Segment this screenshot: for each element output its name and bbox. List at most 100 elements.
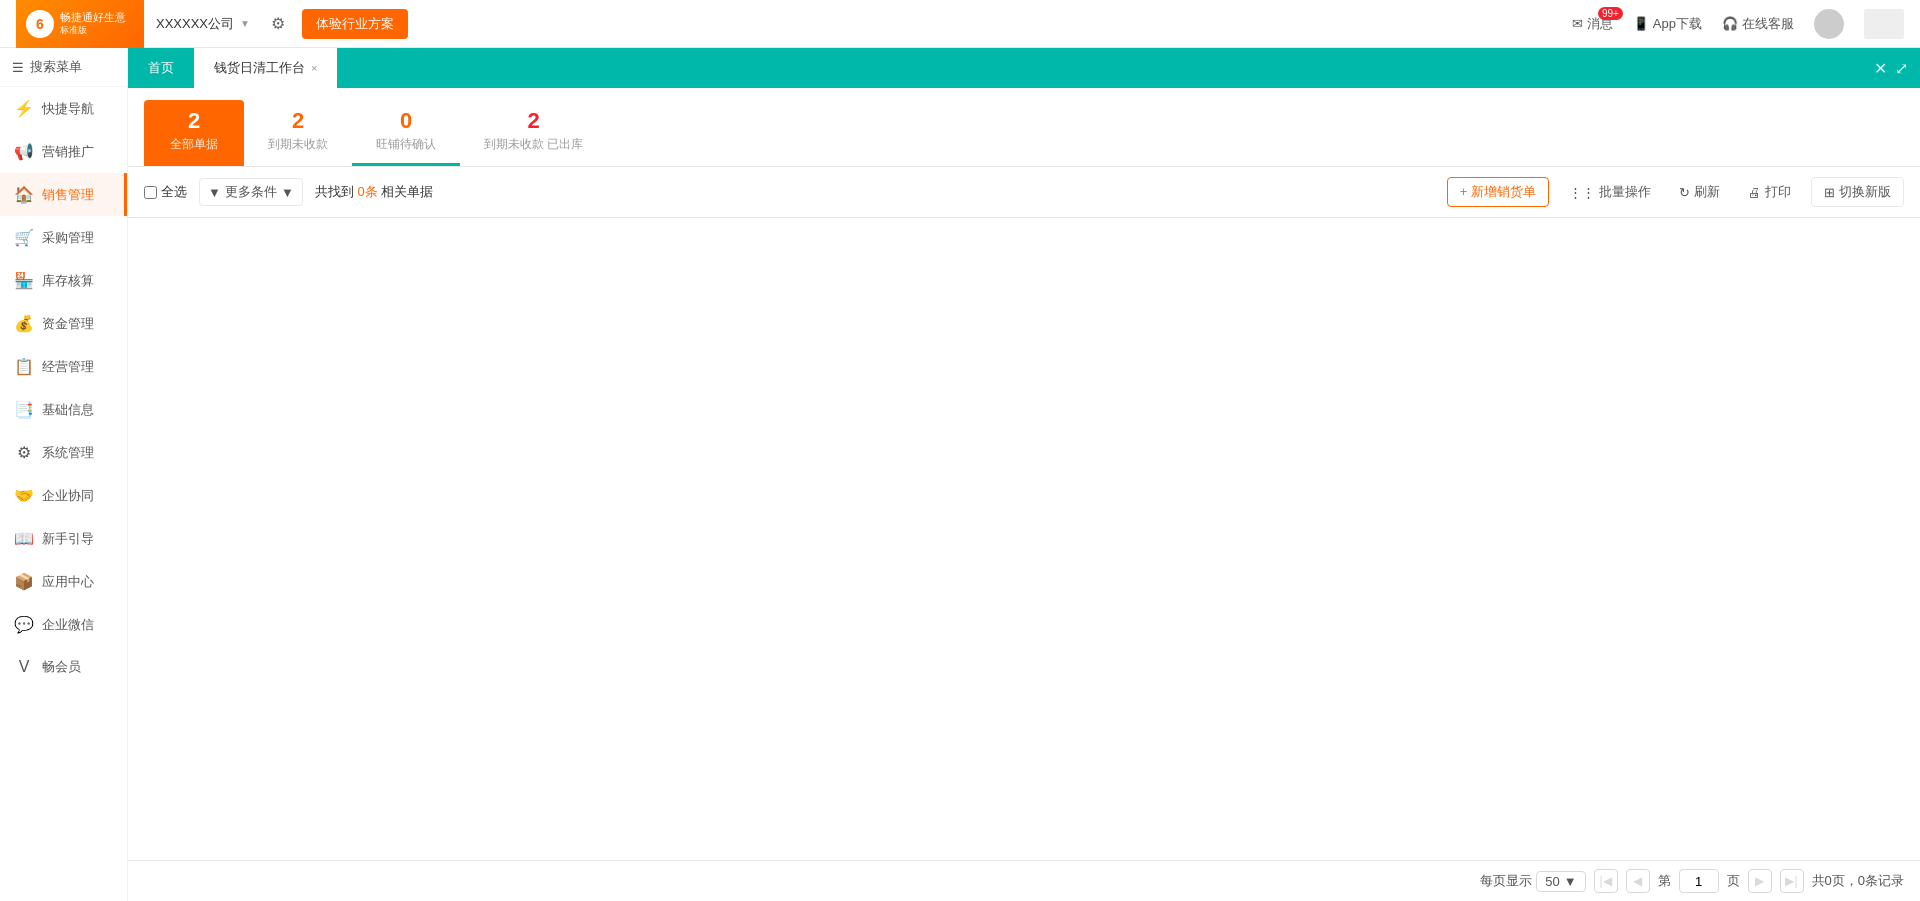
page-prefix: 第 [1658, 872, 1671, 890]
page-size-selector: 每页显示 50 ▼ [1480, 871, 1585, 892]
sidebar-item-marketing[interactable]: 📢 营销推广 [0, 130, 127, 173]
tab-maximize-button[interactable]: ⤢ [1895, 59, 1908, 78]
tab-active[interactable]: 钱货日清工作台 × [194, 48, 337, 88]
logo-area: 6 畅捷通好生意 标准版 [16, 0, 144, 48]
new-version-button[interactable]: ⊞ 切换新版 [1811, 177, 1904, 207]
page-size-arrow-icon: ▼ [1564, 874, 1577, 889]
online-service-button[interactable]: 🎧 在线客服 [1722, 15, 1794, 33]
stat-label-2: 旺铺待确认 [376, 136, 436, 153]
app-center-label: 应用中心 [42, 573, 94, 591]
page-size-dropdown[interactable]: 50 ▼ [1536, 871, 1585, 892]
sidebar-item-system[interactable]: ⚙ 系统管理 [0, 431, 127, 474]
stat-tab-2[interactable]: 0 旺铺待确认 [352, 100, 460, 166]
refresh-button[interactable]: ↻ 刷新 [1671, 179, 1728, 205]
batch-icon: ⋮⋮ [1569, 185, 1595, 200]
new-version-label: 切换新版 [1839, 183, 1891, 201]
basic-info-label: 基础信息 [42, 401, 94, 419]
stat-label-0: 全部单据 [170, 136, 218, 153]
finance-label: 资金管理 [42, 315, 94, 333]
batch-label: 批量操作 [1599, 183, 1651, 201]
sidebar-item-operations[interactable]: 📋 经营管理 [0, 345, 127, 388]
guide-icon: 📖 [14, 529, 34, 548]
found-text: 共找到 0条 相关单据 [315, 183, 433, 201]
page-suffix: 页 [1727, 872, 1740, 890]
page-number-input[interactable] [1679, 869, 1719, 893]
message-icon: ✉ [1572, 16, 1583, 31]
sidebar-item-quick-nav[interactable]: ⚡ 快捷导航 [0, 87, 127, 130]
stat-num-3: 2 [528, 108, 540, 134]
sidebar-item-purchase[interactable]: 🛒 采购管理 [0, 216, 127, 259]
stat-num-1: 2 [292, 108, 304, 134]
tab-bar: 首页 钱货日清工作台 × ✕ ⤢ [128, 48, 1920, 88]
tab-minimize-button[interactable]: ✕ [1874, 59, 1887, 78]
stats-tabs: 2 全部单据 2 到期未收款 0 旺铺待确认 2 到期未收款 已出库 [128, 88, 1920, 167]
message-button[interactable]: ✉ 消息 99+ [1572, 15, 1613, 33]
sidebar: ☰ 搜索菜单 ⚡ 快捷导航 📢 营销推广 🏠 销售管理 🛒 采购管理 🏪 库存核… [0, 48, 128, 901]
search-menu[interactable]: ☰ 搜索菜单 [0, 48, 127, 87]
logo-icon: 6 [26, 10, 54, 38]
settings-button[interactable]: ⚙ [262, 8, 294, 40]
marketing-icon: 📢 [14, 142, 34, 161]
content-area: 2 全部单据 2 到期未收款 0 旺铺待确认 2 到期未收款 已出库 全选 ▼ … [128, 88, 1920, 901]
enterprise-label: 企业协同 [42, 487, 94, 505]
print-label: 打印 [1765, 183, 1791, 201]
tab-close-icon[interactable]: × [311, 62, 317, 74]
first-page-button[interactable]: |◀ [1594, 869, 1618, 893]
select-all-input[interactable] [144, 186, 157, 199]
page-size-label: 每页显示 [1480, 872, 1532, 890]
app-download-button[interactable]: 📱 App下载 [1633, 15, 1702, 33]
tab-controls: ✕ ⤢ [1862, 59, 1920, 78]
company-selector[interactable]: XXXXXX公司 ▼ [144, 15, 262, 33]
filter-dropdown-icon: ▼ [281, 185, 294, 200]
table-area [128, 218, 1920, 860]
experience-button[interactable]: 体验行业方案 [302, 9, 408, 39]
user-menu[interactable] [1864, 9, 1904, 39]
filter-label: 更多条件 [225, 183, 277, 201]
stat-label-3: 到期未收款 已出库 [484, 136, 583, 153]
stat-tab-3[interactable]: 2 到期未收款 已出库 [460, 100, 607, 166]
tab-home[interactable]: 首页 [128, 48, 194, 88]
stat-num-0: 2 [188, 108, 200, 134]
new-version-icon: ⊞ [1824, 185, 1835, 200]
quick-nav-label: 快捷导航 [42, 100, 94, 118]
purchase-icon: 🛒 [14, 228, 34, 247]
tab-active-label: 钱货日清工作台 [214, 59, 305, 77]
filter-button[interactable]: ▼ 更多条件 ▼ [199, 178, 303, 206]
sidebar-item-member[interactable]: V 畅会员 [0, 646, 127, 688]
quick-nav-icon: ⚡ [14, 99, 34, 118]
sidebar-item-wechat[interactable]: 💬 企业微信 [0, 603, 127, 646]
company-dropdown-arrow: ▼ [240, 18, 250, 29]
stat-tab-1[interactable]: 2 到期未收款 [244, 100, 352, 166]
sidebar-item-finance[interactable]: 💰 资金管理 [0, 302, 127, 345]
inventory-label: 库存核算 [42, 272, 94, 290]
sales-label: 销售管理 [42, 186, 94, 204]
app-download-label: App下载 [1653, 15, 1702, 33]
toolbar-left: 全选 ▼ 更多条件 ▼ 共找到 0条 相关单据 [144, 178, 1435, 206]
refresh-label: 刷新 [1694, 183, 1720, 201]
last-page-button[interactable]: ▶| [1780, 869, 1804, 893]
add-sales-order-button[interactable]: + 新增销货单 [1447, 177, 1549, 207]
system-icon: ⚙ [14, 443, 34, 462]
message-badge: 99+ [1598, 7, 1623, 20]
found-suffix: 相关单据 [381, 184, 433, 199]
select-all-label: 全选 [161, 183, 187, 201]
logo-badge: 标准版 [60, 24, 126, 37]
page-size-value: 50 [1545, 874, 1559, 889]
next-page-button[interactable]: ▶ [1748, 869, 1772, 893]
top-right-area: ✉ 消息 99+ 📱 App下载 🎧 在线客服 [1572, 9, 1904, 39]
sidebar-item-app-center[interactable]: 📦 应用中心 [0, 560, 127, 603]
sidebar-item-inventory[interactable]: 🏪 库存核算 [0, 259, 127, 302]
sidebar-item-enterprise[interactable]: 🤝 企业协同 [0, 474, 127, 517]
total-info: 共0页，0条记录 [1812, 872, 1904, 890]
sidebar-item-guide[interactable]: 📖 新手引导 [0, 517, 127, 560]
sidebar-item-basic-info[interactable]: 📑 基础信息 [0, 388, 127, 431]
tab-home-label: 首页 [148, 59, 174, 77]
print-button[interactable]: 🖨 打印 [1740, 179, 1799, 205]
select-all-checkbox[interactable]: 全选 [144, 183, 187, 201]
member-label: 畅会员 [42, 658, 81, 676]
stat-tab-0[interactable]: 2 全部单据 [144, 100, 244, 166]
avatar[interactable] [1814, 9, 1844, 39]
batch-operation-button[interactable]: ⋮⋮ 批量操作 [1561, 179, 1659, 205]
prev-page-button[interactable]: ◀ [1626, 869, 1650, 893]
sidebar-item-sales[interactable]: 🏠 销售管理 [0, 173, 127, 216]
